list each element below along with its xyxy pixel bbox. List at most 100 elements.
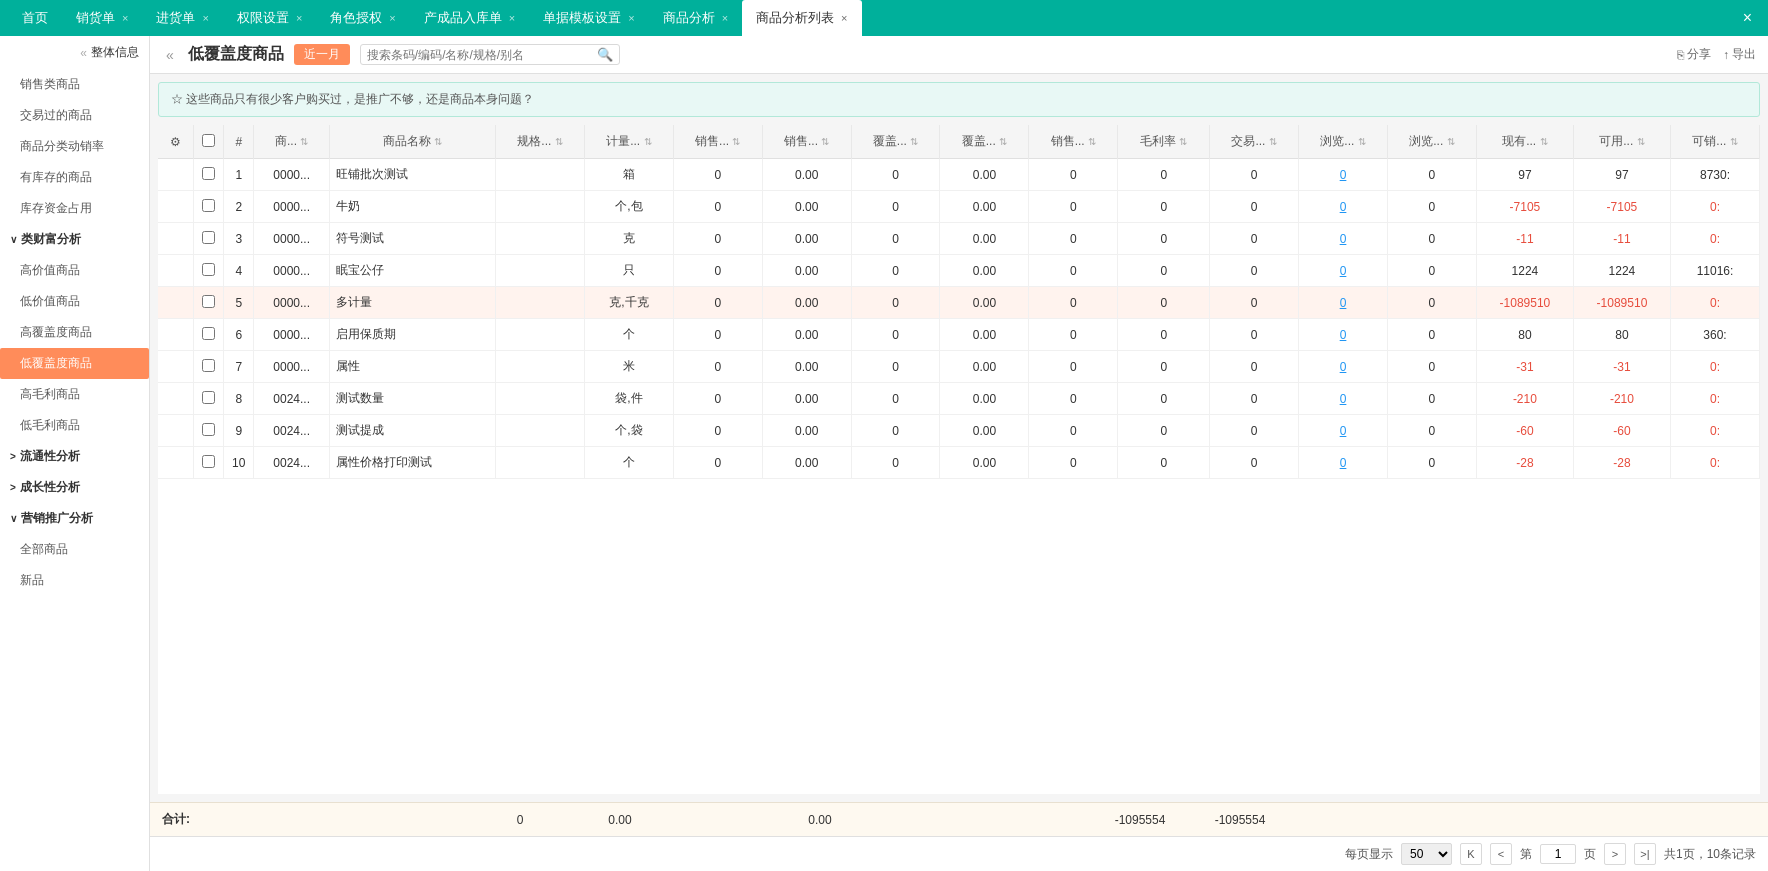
row-browse2: 0 (1387, 447, 1476, 479)
row-checkbox[interactable] (194, 255, 224, 287)
row-select-checkbox[interactable] (202, 167, 215, 180)
row-checkbox[interactable] (194, 191, 224, 223)
nav-close-sales[interactable]: × (122, 12, 128, 24)
cov2-header[interactable]: 覆盖... ⇅ (940, 125, 1029, 159)
row-browse2: 0 (1387, 159, 1476, 191)
share-button[interactable]: ⎘ 分享 (1677, 46, 1711, 63)
row-checkbox[interactable] (194, 383, 224, 415)
sidebar-group-growth[interactable]: > 成长性分析 (0, 472, 149, 503)
gross-header[interactable]: 毛利率 ⇅ (1118, 125, 1210, 159)
sidebar-item-high-margin[interactable]: 高毛利商品 (0, 379, 149, 410)
row-num: 4 (224, 255, 254, 287)
nav-close-role[interactable]: × (389, 12, 395, 24)
spec-header[interactable]: 规格... ⇅ (496, 125, 585, 159)
sidebar-item-category-rate[interactable]: 商品分类动销率 (0, 131, 149, 162)
row-select-checkbox[interactable] (202, 295, 215, 308)
sidebar-item-traded-goods[interactable]: 交易过的商品 (0, 100, 149, 131)
row-checkbox[interactable] (194, 223, 224, 255)
row-browse1[interactable]: 0 (1299, 223, 1388, 255)
row-browse1[interactable]: 0 (1299, 255, 1388, 287)
row-checkbox[interactable] (194, 159, 224, 191)
sidebar-item-low-coverage[interactable]: 低覆盖度商品 (0, 348, 149, 379)
code-header[interactable]: 商... ⇅ (254, 125, 330, 159)
row-select-checkbox[interactable] (202, 455, 215, 468)
row-browse1[interactable]: 0 (1299, 447, 1388, 479)
row-checkbox[interactable] (194, 351, 224, 383)
time-filter-button[interactable]: 近一月 (294, 44, 350, 65)
sales-amt-header[interactable]: 销售... ⇅ (762, 125, 851, 159)
nav-close-permission[interactable]: × (296, 12, 302, 24)
row-checkbox[interactable] (194, 447, 224, 479)
name-header[interactable]: 商品名称 ⇅ (330, 125, 496, 159)
trade-header[interactable]: 交易... ⇅ (1210, 125, 1299, 159)
row-select-checkbox[interactable] (202, 359, 215, 372)
export-button[interactable]: ↑ 导出 (1723, 46, 1756, 63)
sidebar-item-in-stock[interactable]: 有库存的商品 (0, 162, 149, 193)
cov1-header[interactable]: 覆盖... ⇅ (851, 125, 940, 159)
nav-item-permission[interactable]: 权限设置 × (223, 0, 316, 36)
nav-close-analysis[interactable]: × (722, 12, 728, 24)
row-browse1[interactable]: 0 (1299, 191, 1388, 223)
sidebar-group-marketing[interactable]: ∨ 营销推广分析 (0, 503, 149, 534)
sales3-header[interactable]: 销售... ⇅ (1029, 125, 1118, 159)
available-header[interactable]: 可用... ⇅ (1573, 125, 1670, 159)
sidebar-group-liquidity[interactable]: > 流通性分析 (0, 441, 149, 472)
row-select-checkbox[interactable] (202, 231, 215, 244)
row-select-checkbox[interactable] (202, 199, 215, 212)
search-input[interactable] (367, 48, 593, 62)
row-select-checkbox[interactable] (202, 391, 215, 404)
nav-close-product-warehouse[interactable]: × (509, 12, 515, 24)
browse2-header[interactable]: 浏览... ⇅ (1387, 125, 1476, 159)
page-size-select[interactable]: 50 100 (1401, 843, 1452, 865)
sidebar-item-high-value[interactable]: 高价值商品 (0, 255, 149, 286)
prev-page-button[interactable]: < (1490, 843, 1512, 865)
row-browse2: 0 (1387, 351, 1476, 383)
unit-header[interactable]: 计量... ⇅ (584, 125, 673, 159)
current-stock-header[interactable]: 现有... ⇅ (1476, 125, 1573, 159)
nav-close-analysis-list[interactable]: × (841, 12, 847, 24)
sidebar-group-wealth[interactable]: ∨ 类财富分析 (0, 224, 149, 255)
first-page-button[interactable]: K (1460, 843, 1482, 865)
nav-close-template[interactable]: × (628, 12, 634, 24)
row-checkbox[interactable] (194, 415, 224, 447)
nav-item-product-warehouse[interactable]: 产成品入库单 × (410, 0, 529, 36)
row-browse1[interactable]: 0 (1299, 351, 1388, 383)
last-page-button[interactable]: >| (1634, 843, 1656, 865)
next-page-button[interactable]: > (1604, 843, 1626, 865)
nav-item-home[interactable]: 首页 (8, 0, 62, 36)
sidebar-item-low-margin[interactable]: 低毛利商品 (0, 410, 149, 441)
select-all-checkbox[interactable] (202, 134, 215, 147)
settings-header[interactable]: ⚙ (158, 125, 194, 159)
sidebar-item-low-value[interactable]: 低价值商品 (0, 286, 149, 317)
sidebar-item-all-goods[interactable]: 全部商品 (0, 534, 149, 565)
nav-item-template[interactable]: 单据模板设置 × (529, 0, 648, 36)
row-select-checkbox[interactable] (202, 263, 215, 276)
row-checkbox[interactable] (194, 319, 224, 351)
sidebar-item-capital[interactable]: 库存资金占用 (0, 193, 149, 224)
row-browse1[interactable]: 0 (1299, 319, 1388, 351)
row-select-checkbox[interactable] (202, 327, 215, 340)
nav-item-analysis-list[interactable]: 商品分析列表 × (742, 0, 861, 36)
sidebar-item-high-coverage[interactable]: 高覆盖度商品 (0, 317, 149, 348)
sales-qty-header[interactable]: 销售... ⇅ (673, 125, 762, 159)
sellable-header[interactable]: 可销... ⇅ (1670, 125, 1759, 159)
nav-item-analysis[interactable]: 商品分析 × (649, 0, 742, 36)
sidebar-collapse-button[interactable]: « (162, 45, 178, 65)
sidebar-item-new-goods[interactable]: 新品 (0, 565, 149, 596)
row-browse1[interactable]: 0 (1299, 159, 1388, 191)
row-select-checkbox[interactable] (202, 423, 215, 436)
row-browse1[interactable]: 0 (1299, 415, 1388, 447)
browse1-header[interactable]: 浏览... ⇅ (1299, 125, 1388, 159)
sidebar-section-overall[interactable]: « 整体信息 (0, 36, 149, 69)
page-number-input[interactable] (1540, 844, 1576, 864)
checkbox-header[interactable] (194, 125, 224, 159)
row-checkbox[interactable] (194, 287, 224, 319)
row-browse1[interactable]: 0 (1299, 383, 1388, 415)
window-close-button[interactable]: × (1735, 9, 1760, 27)
nav-item-sales[interactable]: 销货单 × (62, 0, 142, 36)
nav-close-purchase[interactable]: × (202, 12, 208, 24)
nav-item-role[interactable]: 角色授权 × (316, 0, 409, 36)
sidebar-item-sales-goods[interactable]: 销售类商品 (0, 69, 149, 100)
row-browse1[interactable]: 0 (1299, 287, 1388, 319)
nav-item-purchase[interactable]: 进货单 × (142, 0, 222, 36)
